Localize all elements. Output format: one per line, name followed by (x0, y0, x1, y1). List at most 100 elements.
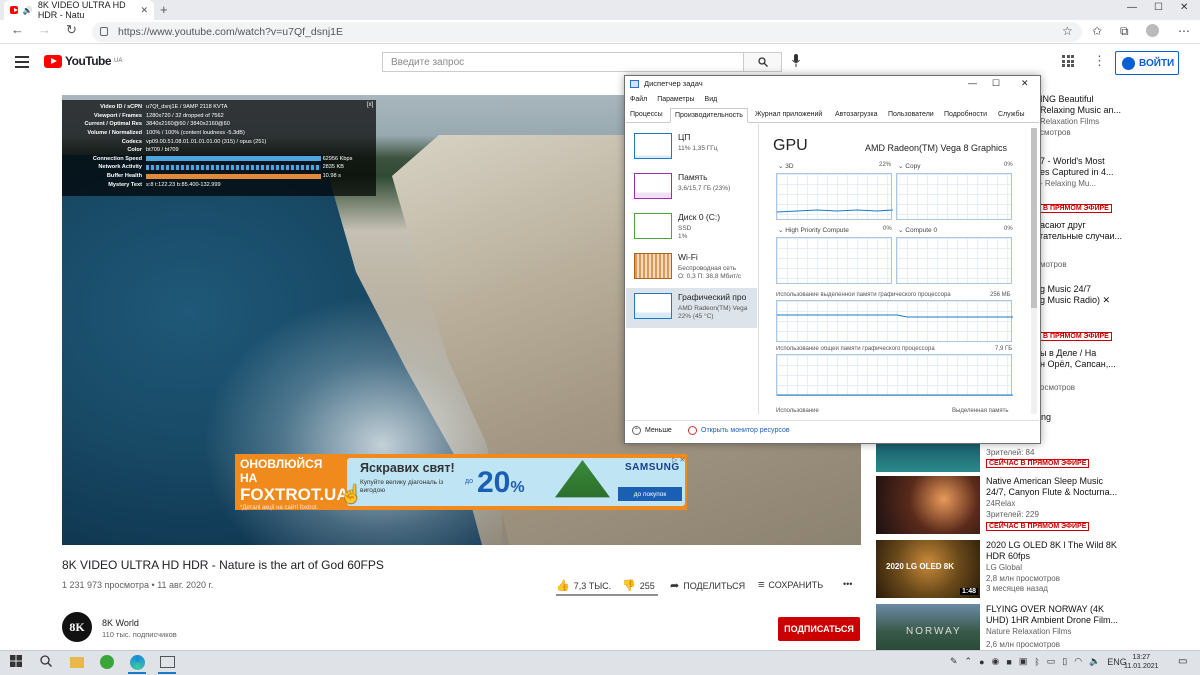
buffer-health-bar (146, 173, 321, 179)
recommendation-item[interactable]: 2020 LG OLED 8K 1:48 2020 LG OLED 8K l T… (876, 540, 1200, 600)
settings-more-icon[interactable]: ⋮ (1093, 53, 1106, 69)
back-icon[interactable]: ← (11, 22, 24, 37)
recommendation-item[interactable]: Native American Sleep Music 24/7, Canyon… (876, 476, 1200, 536)
network-icon[interactable]: ▭ (1047, 656, 1056, 667)
thumbs-down-icon: 👎 (622, 580, 636, 592)
engine-3d-pct: 22% (879, 162, 892, 168)
tray-app-icon[interactable]: ● (979, 657, 984, 667)
open-resource-monitor-link[interactable]: Открыть монитор ресурсов (688, 426, 790, 435)
wifi-icon[interactable]: ◠ (1074, 656, 1082, 667)
dislike-button[interactable]: 👎 255 (622, 579, 655, 592)
minimize-icon[interactable]: — (1127, 2, 1137, 13)
menu-file[interactable]: Файл (630, 96, 647, 103)
signin-button[interactable]: ВОЙТИ (1115, 51, 1179, 75)
ad-shop-button[interactable]: до покупок (618, 487, 682, 501)
tab-users[interactable]: Пользователи (884, 108, 938, 123)
gpu-mini-graph (634, 293, 672, 319)
task-manager-titlebar[interactable]: Диспетчер задач (630, 79, 703, 88)
tray-chevron-icon[interactable]: ⌃ (965, 656, 973, 667)
taskbar-search-icon[interactable] (40, 655, 52, 670)
ad-subtext: Купуйте велику діагональ із вигодою (360, 479, 444, 494)
stats-close-button[interactable]: [x] (367, 102, 373, 108)
task-manager-taskbar-icon[interactable] (160, 656, 175, 668)
tab-services[interactable]: Службы (994, 108, 1029, 123)
video-thumbnail: 2020 LG OLED 8K 1:48 (876, 540, 980, 598)
save-button[interactable]: ≡ СОХРАНИТЬ (758, 579, 823, 591)
tray-app-icon[interactable]: ▣ (1019, 656, 1028, 667)
fewer-details-button[interactable]: ⌃ Меньше (632, 426, 672, 435)
resource-wifi[interactable]: Wi-Fi Беспроводная сеть О: 0,3 П: 38,8 М… (626, 248, 757, 288)
dedicated-mem-label: Использование выделенной памяти графичес… (776, 292, 951, 298)
pen-icon[interactable]: ✎ (950, 656, 958, 667)
search-input[interactable]: Введите запрос (382, 52, 744, 72)
youtube-logo[interactable]: YouTube UA (44, 54, 122, 68)
file-explorer-icon[interactable] (70, 657, 84, 668)
tray-app-icon[interactable]: ■ (1006, 657, 1011, 667)
notifications-icon[interactable]: ▭ (1178, 656, 1187, 667)
maximize-icon[interactable]: ☐ (1154, 2, 1163, 13)
chevron-up-icon: ⌃ (632, 426, 641, 435)
video-title: 8K VIDEO ULTRA HD HDR - Nature is the ar… (62, 558, 384, 572)
windows-start-icon[interactable] (10, 655, 22, 670)
ad-close-icon[interactable]: ▷ ✕ (672, 456, 685, 464)
profile-icon[interactable] (1146, 24, 1159, 37)
new-tab-icon[interactable]: + (160, 2, 168, 17)
engine-hpc-label[interactable]: ⌄ High Priority Compute (778, 226, 849, 234)
browser-menu-icon[interactable]: ⋯ (1178, 24, 1190, 38)
apps-grid-icon[interactable] (1062, 55, 1074, 67)
bluetooth-icon[interactable]: ᛒ (1034, 657, 1039, 667)
channel-name[interactable]: 8K World (102, 618, 139, 628)
reload-icon[interactable]: ↻ (66, 22, 77, 38)
close-window-icon[interactable]: ✕ (1180, 2, 1188, 13)
collections-icon[interactable]: ⧉ (1120, 24, 1129, 39)
engine-compute0-pct: 0% (1004, 226, 1013, 232)
resource-cpu[interactable]: ЦП 11% 1,35 ГГц (626, 128, 757, 168)
youtube-favicon-icon (10, 6, 18, 14)
like-button[interactable]: 👍 7,3 ТЫС. (556, 579, 611, 592)
menu-view[interactable]: Вид (705, 96, 718, 103)
tab-app-history[interactable]: Журнал приложений (751, 108, 826, 123)
tab-startup[interactable]: Автозагрузка (831, 108, 881, 123)
channel-avatar[interactable]: 8K (62, 612, 92, 642)
engine-compute0-graph (896, 237, 1012, 284)
microphone-icon[interactable] (792, 54, 800, 70)
more-actions-icon[interactable]: ••• (843, 579, 852, 589)
menu-icon[interactable] (15, 56, 29, 71)
shared-mem-max: 7,9 ГБ (995, 346, 1013, 352)
tray-app-icon[interactable]: ◉ (992, 656, 1000, 667)
tab-processes[interactable]: Процессы (626, 108, 667, 123)
resource-memory[interactable]: Память 3,6/15,7 ГБ (23%) (626, 168, 757, 208)
address-bar[interactable]: https://www.youtube.com/watch?v=u7Qf_dsn… (92, 22, 1082, 42)
utorrent-icon[interactable] (100, 655, 114, 669)
tab-performance[interactable]: Производительность (670, 108, 748, 123)
resource-disk[interactable]: Диск 0 (C:) SSD 1% (626, 208, 757, 248)
tm-maximize-icon[interactable]: ☐ (992, 78, 1000, 89)
tm-close-icon[interactable]: ✕ (1021, 78, 1029, 89)
tab-details[interactable]: Подробности (940, 108, 991, 123)
favorites-icon[interactable]: ✩ (1092, 24, 1102, 38)
volume-icon[interactable]: 🔈 (1089, 656, 1100, 667)
search-button[interactable] (744, 52, 782, 72)
tm-tabs: Процессы Производительность Журнал прило… (626, 108, 1039, 123)
tab-close-icon[interactable]: ✕ (140, 5, 148, 16)
battery-icon[interactable]: ▯ (1062, 656, 1067, 667)
bookmark-star-icon[interactable]: ☆ (1062, 24, 1073, 38)
resource-gpu[interactable]: Графический про AMD Radeon(TM) Vega 22% … (626, 288, 757, 328)
tm-minimize-icon[interactable]: — (968, 78, 977, 88)
speaker-icon[interactable]: 🔊 (23, 6, 33, 15)
youtube-play-icon (44, 54, 62, 68)
video-thumbnail (876, 442, 980, 472)
clock[interactable]: 13:27 11.01.2021 (1124, 653, 1159, 671)
forward-icon[interactable]: → (38, 22, 51, 37)
tm-scrollbar[interactable] (1031, 128, 1037, 414)
engine-compute0-label[interactable]: ⌄ Compute 0 (898, 226, 937, 234)
browser-tab[interactable]: 🔊 8K VIDEO ULTRA HD HDR - Natu ✕ (4, 0, 154, 20)
cpu-mini-graph (634, 133, 672, 159)
tm-resource-list: ЦП 11% 1,35 ГГц Память 3,6/15,7 ГБ (23%)… (626, 124, 758, 414)
share-button[interactable]: ➦ ПОДЕЛИТЬСЯ (670, 579, 745, 592)
edge-browser-icon[interactable] (130, 655, 145, 670)
engine-3d-label[interactable]: ⌄ 3D (778, 162, 794, 170)
subscribe-button[interactable]: ПОДПИСАТЬСЯ (778, 617, 860, 641)
menu-options[interactable]: Параметры (657, 96, 694, 103)
engine-copy-label[interactable]: ⌄ Copy (898, 162, 920, 170)
